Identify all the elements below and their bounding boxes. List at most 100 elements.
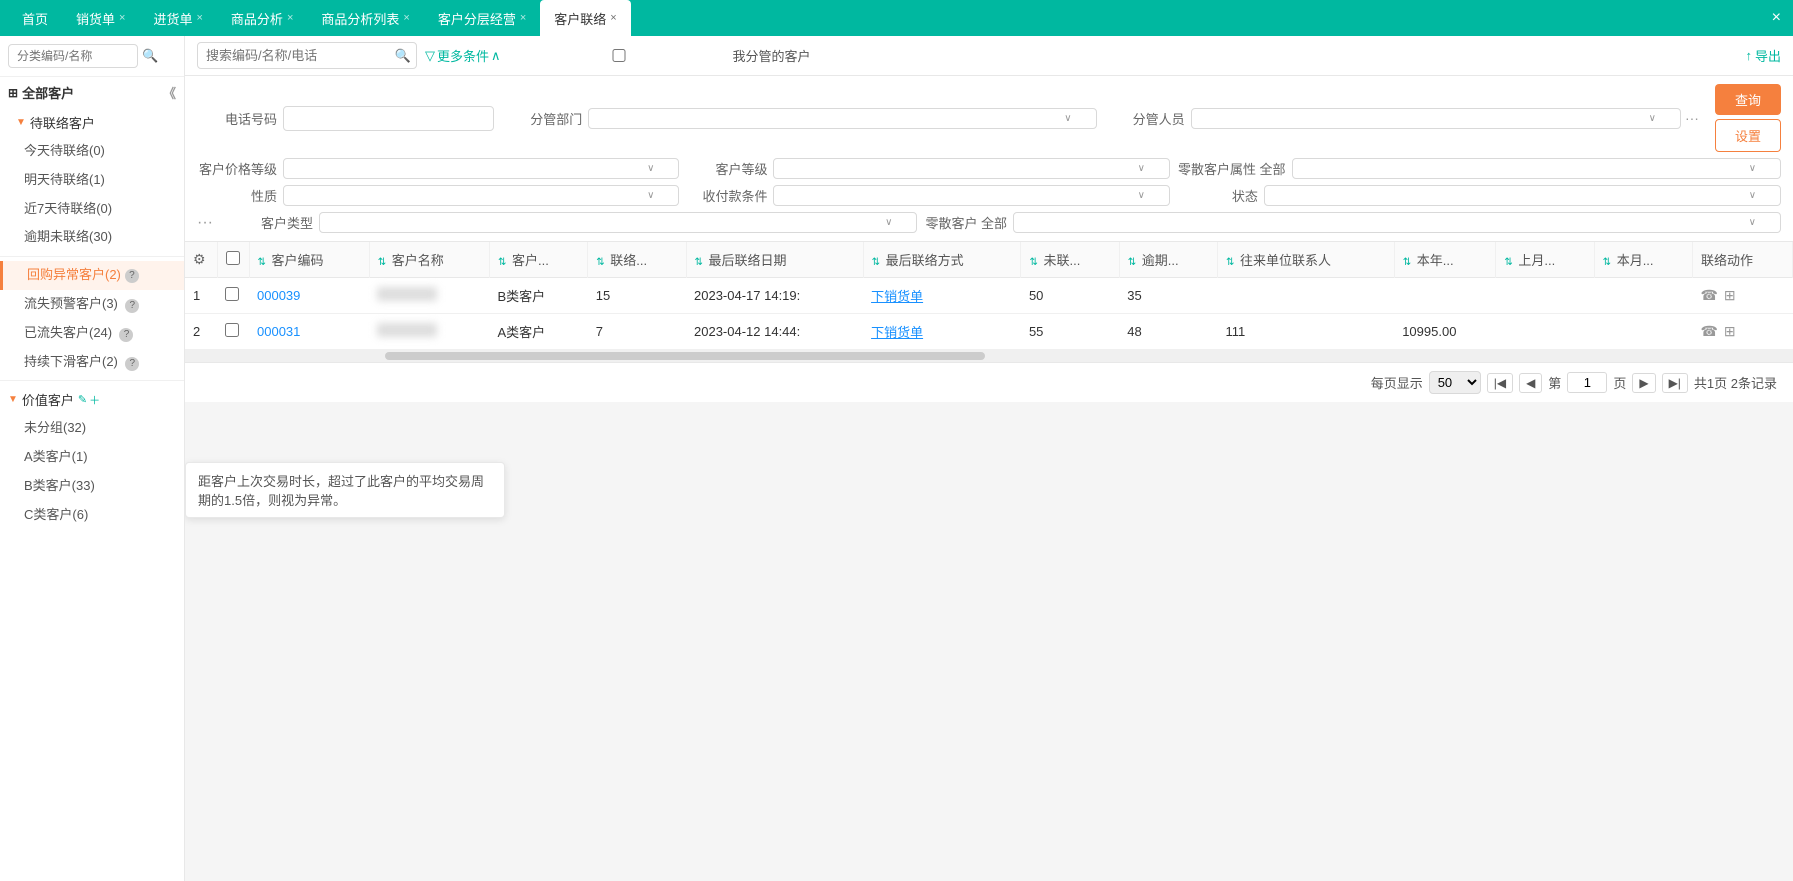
help-icon-4[interactable]: ? bbox=[125, 357, 139, 371]
dept-select[interactable]: ∨ bbox=[588, 108, 1096, 129]
gear-icon[interactable]: ⚙ bbox=[193, 251, 206, 267]
more-conditions-btn[interactable]: ▽ 更多条件 ∧ bbox=[425, 46, 501, 65]
sort-code-icon: ⇅ bbox=[258, 257, 266, 268]
sidebar-search-icon[interactable]: 🔍 bbox=[142, 48, 158, 64]
nature-select[interactable]: ∨ bbox=[283, 185, 679, 206]
col-this-year[interactable]: ⇅ 本年... bbox=[1394, 242, 1496, 278]
sidebar-already-lost[interactable]: 已流失客户(24) ? bbox=[0, 319, 184, 348]
nav-customer-contact[interactable]: 客户联络 × bbox=[540, 0, 630, 36]
col-overdue[interactable]: ⇅ 逾期... bbox=[1119, 242, 1217, 278]
sidebar-repurchase-abnormal[interactable]: 回购异常客户(2) ? bbox=[0, 261, 184, 290]
row2-grid-icon[interactable]: ⊞ bbox=[1724, 323, 1736, 340]
sidebar-declining[interactable]: 持续下滑客户(2) ? bbox=[0, 348, 184, 377]
sidebar-unclassified[interactable]: 未分组(32) bbox=[0, 414, 184, 443]
close-customer-seg-tab[interactable]: × bbox=[520, 12, 526, 24]
manager-more[interactable]: ··· bbox=[1685, 110, 1699, 126]
my-customers-checkbox[interactable]: 我分管的客户 bbox=[509, 46, 811, 65]
row1-phone-icon[interactable]: ☎ bbox=[1700, 287, 1717, 304]
sidebar-search-input[interactable] bbox=[8, 44, 138, 68]
col-contact-count[interactable]: ⇅ 联络... bbox=[588, 242, 686, 278]
sidebar-tomorrow-pending[interactable]: 明天待联络(1) bbox=[0, 166, 184, 195]
row2-checkbox[interactable] bbox=[217, 314, 249, 350]
row2-check[interactable] bbox=[225, 323, 239, 337]
first-page-btn[interactable]: |◀ bbox=[1487, 373, 1513, 393]
settings-button[interactable]: 设置 bbox=[1715, 119, 1781, 152]
query-button[interactable]: 查询 bbox=[1715, 84, 1781, 115]
col-uncontacted[interactable]: ⇅ 未联... bbox=[1021, 242, 1119, 278]
close-product-analysis-tab[interactable]: × bbox=[287, 12, 293, 24]
close-purchase-tab[interactable]: × bbox=[196, 12, 202, 24]
close-all-tabs[interactable]: × bbox=[1772, 9, 1781, 27]
row2-last-method[interactable]: 下销货单 bbox=[863, 314, 1021, 350]
help-icon[interactable]: ? bbox=[125, 269, 139, 283]
help-icon-3[interactable]: ? bbox=[119, 328, 133, 342]
sidebar-value-group[interactable]: ▼ 价值客户 ✎ ＋ bbox=[0, 385, 184, 414]
sidebar-7day-pending[interactable]: 近7天待联络(0) bbox=[0, 195, 184, 224]
nav-customer-segmentation[interactable]: 客户分层经营 × bbox=[424, 0, 540, 36]
close-product-analysis-list-tab[interactable]: × bbox=[403, 12, 409, 24]
sidebar-class-a[interactable]: A类客户(1) bbox=[0, 443, 184, 472]
next-page-btn[interactable]: ▶ bbox=[1632, 373, 1655, 393]
close-sales-tab[interactable]: × bbox=[119, 12, 125, 24]
col-last-date[interactable]: ⇅ 最后联络日期 bbox=[686, 242, 863, 278]
sidebar-lost-pre[interactable]: 流失预警客户(3) ? bbox=[0, 290, 184, 319]
sidebar: 🔍 ⊞ 全部客户 《 ▼ 待联络客户 今天待联络(0) 明天待联络(1) 近7天… bbox=[0, 36, 185, 881]
row1-grid-icon[interactable]: ⊞ bbox=[1724, 287, 1736, 304]
nav-purchase[interactable]: 进货单 × bbox=[139, 0, 216, 36]
col-checkbox[interactable] bbox=[217, 242, 249, 278]
nav-product-analysis[interactable]: 商品分析 × bbox=[217, 0, 307, 36]
col-last-method[interactable]: ⇅ 最后联络方式 bbox=[863, 242, 1021, 278]
select-all-checkbox[interactable] bbox=[226, 251, 240, 265]
filter-search-icon[interactable]: 🔍 bbox=[395, 48, 411, 64]
help-icon-2[interactable]: ? bbox=[125, 299, 139, 313]
per-page-select[interactable]: 50 100 200 bbox=[1429, 371, 1481, 394]
payment-select[interactable]: ∨ bbox=[773, 185, 1169, 206]
status-select[interactable]: ∨ bbox=[1264, 185, 1781, 206]
retail-customer-select[interactable]: ∨ bbox=[1013, 212, 1781, 233]
row1-code[interactable]: 000039 bbox=[249, 278, 369, 314]
sidebar-all-customers[interactable]: ⊞ 全部客户 《 bbox=[0, 77, 184, 108]
sidebar-overdue-pending[interactable]: 逾期未联络(30) bbox=[0, 223, 184, 252]
last-page-btn[interactable]: ▶| bbox=[1662, 373, 1688, 393]
sidebar-class-c[interactable]: C类客户(6) bbox=[0, 501, 184, 530]
nav-product-analysis-list[interactable]: 商品分析列表 × bbox=[307, 0, 423, 36]
col-partner-contact[interactable]: ⇅ 往来单位联系人 bbox=[1217, 242, 1394, 278]
col-name[interactable]: ⇅ 客户名称 bbox=[369, 242, 489, 278]
row1-last-month bbox=[1496, 278, 1594, 314]
my-customers-check[interactable] bbox=[509, 49, 729, 62]
add-value-group-icon[interactable]: ＋ bbox=[89, 392, 100, 408]
export-button[interactable]: ↑ 导出 bbox=[1745, 46, 1781, 65]
price-level-select[interactable]: ∨ bbox=[283, 158, 679, 179]
row1-checkbox[interactable] bbox=[217, 278, 249, 314]
close-customer-contact-tab[interactable]: × bbox=[610, 12, 616, 24]
horizontal-scrollbar[interactable] bbox=[185, 350, 1793, 362]
phone-input[interactable] bbox=[283, 106, 494, 131]
sort-last-method-icon: ⇅ bbox=[872, 257, 880, 268]
nav-sales[interactable]: 销货单 × bbox=[62, 0, 139, 36]
col-code[interactable]: ⇅ 客户编码 bbox=[249, 242, 369, 278]
customer-type-select[interactable]: ∨ bbox=[319, 212, 917, 233]
col-type[interactable]: ⇅ 客户... bbox=[489, 242, 587, 278]
edit-value-group-icon[interactable]: ✎ bbox=[78, 393, 87, 406]
sidebar-pending-group[interactable]: ▼ 待联络客户 bbox=[0, 108, 184, 137]
prev-page-btn[interactable]: ◀ bbox=[1519, 373, 1542, 393]
current-page-input[interactable] bbox=[1567, 372, 1607, 393]
col-this-month[interactable]: ⇅ 本月... bbox=[1594, 242, 1692, 278]
row2-code[interactable]: 000031 bbox=[249, 314, 369, 350]
retail-attr-select[interactable]: ∨ bbox=[1292, 158, 1781, 179]
search-input[interactable] bbox=[197, 42, 417, 69]
sidebar-today-pending[interactable]: 今天待联络(0) bbox=[0, 137, 184, 166]
row2-action-icons: ☎ ⊞ bbox=[1700, 323, 1784, 340]
row1-last-method[interactable]: 下销货单 bbox=[863, 278, 1021, 314]
sidebar-class-b[interactable]: B类客户(33) bbox=[0, 472, 184, 501]
manager-select[interactable]: ∨ bbox=[1191, 108, 1681, 129]
filter-dots[interactable]: ··· bbox=[197, 214, 213, 232]
nav-home[interactable]: 首页 bbox=[8, 0, 62, 36]
customer-level-select[interactable]: ∨ bbox=[773, 158, 1169, 179]
row2-phone-icon[interactable]: ☎ bbox=[1700, 323, 1717, 340]
col-last-month[interactable]: ⇅ 上月... bbox=[1496, 242, 1594, 278]
row1-check[interactable] bbox=[225, 287, 239, 301]
table-area: ⚙ ⇅ 客户编码 ⇅ 客户名称 bbox=[185, 242, 1793, 350]
col-settings[interactable]: ⚙ bbox=[185, 242, 217, 278]
scroll-thumb[interactable] bbox=[385, 352, 985, 360]
